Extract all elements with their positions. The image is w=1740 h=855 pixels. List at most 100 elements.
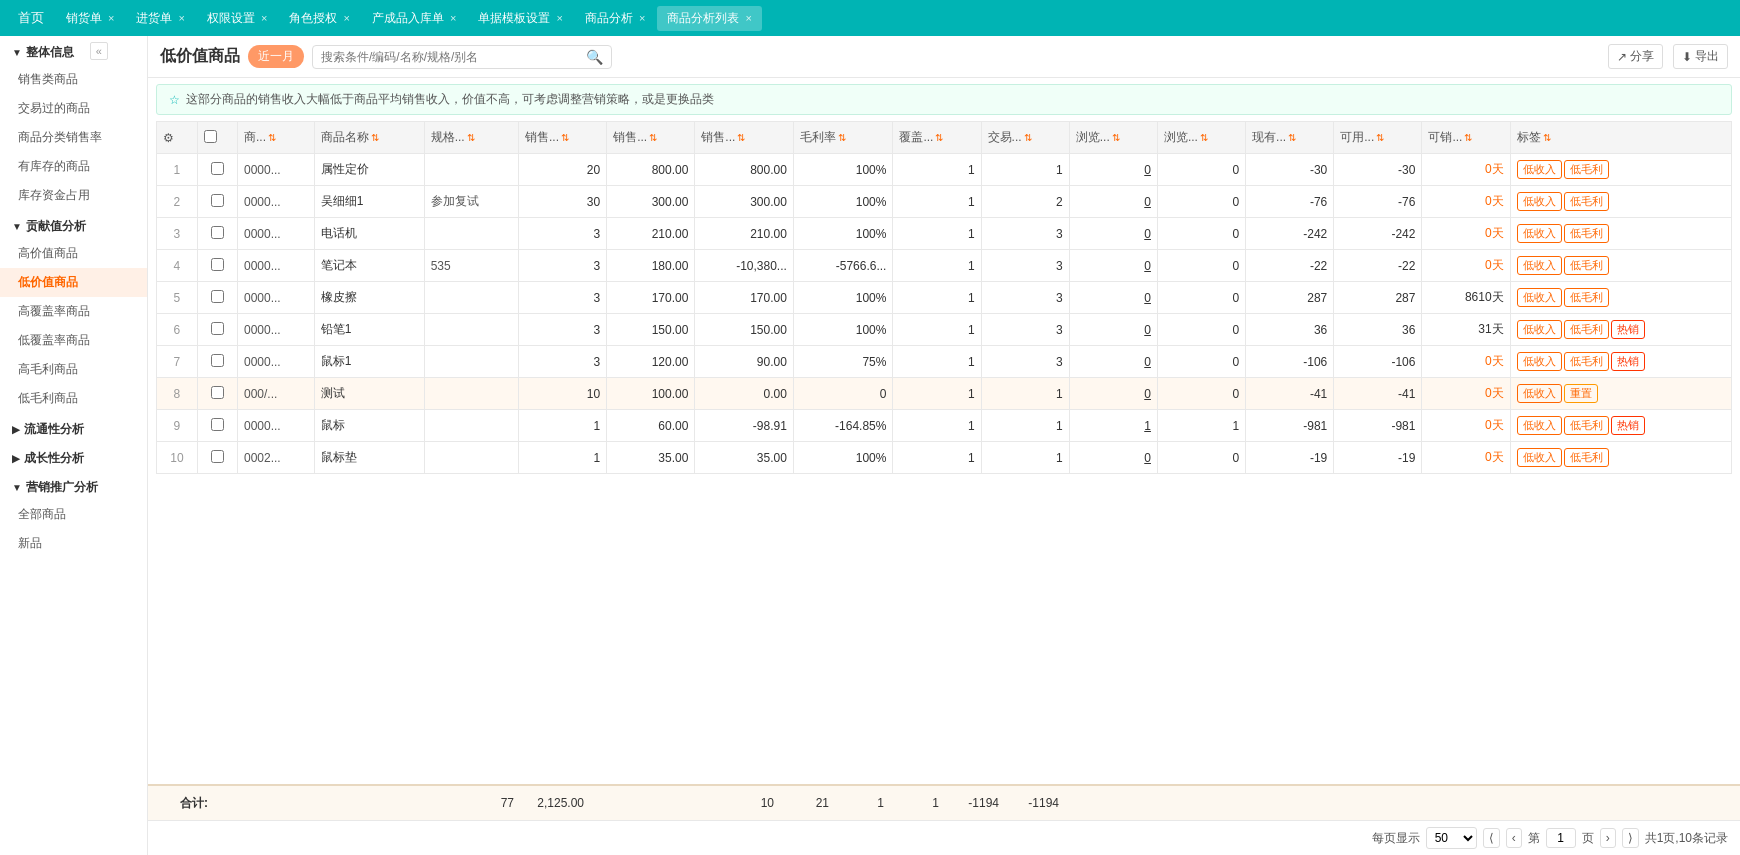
row-check[interactable] [211, 290, 224, 303]
nav-roles[interactable]: 角色授权 × [279, 6, 359, 31]
th-tags[interactable]: 标签⇅ [1510, 122, 1731, 154]
th-browse1[interactable]: 浏览...⇅ [1069, 122, 1157, 154]
row-checkbox[interactable] [197, 186, 237, 218]
row-v7[interactable]: 0 [1069, 378, 1157, 410]
share-btn[interactable]: ↗ 分享 [1608, 44, 1663, 69]
table-container[interactable]: ⚙ 商...⇅ 商品名称⇅ 规格...⇅ 销售...⇅ 销售...⇅ 销售...… [148, 121, 1740, 784]
filter-period-btn[interactable]: 近一月 [248, 45, 304, 68]
row-checkbox[interactable] [197, 282, 237, 314]
row-checkbox[interactable] [197, 154, 237, 186]
row-v7[interactable]: 0 [1069, 282, 1157, 314]
sidebar-group-overview[interactable]: ▼ 整体信息 [0, 36, 86, 65]
browse-link[interactable]: 0 [1144, 227, 1151, 241]
row-checkbox[interactable] [197, 410, 237, 442]
nav-templates[interactable]: 单据模板设置 × [468, 6, 572, 31]
row-v7[interactable]: 0 [1069, 186, 1157, 218]
th-code[interactable]: 商...⇅ [237, 122, 314, 154]
sidebar-item-traded-products[interactable]: 交易过的商品 [0, 94, 147, 123]
row-checkbox[interactable] [197, 346, 237, 378]
row-check[interactable] [211, 258, 224, 271]
row-checkbox[interactable] [197, 442, 237, 474]
sidebar-item-high-profit[interactable]: 高毛利商品 [0, 355, 147, 384]
sidebar-group-contribution[interactable]: ▼ 贡献值分析 [0, 210, 147, 239]
th-browse2[interactable]: 浏览...⇅ [1157, 122, 1245, 154]
th-coverage[interactable]: 覆盖...⇅ [893, 122, 981, 154]
row-check[interactable] [211, 226, 224, 239]
browse-link[interactable]: 0 [1144, 163, 1151, 177]
row-v7[interactable]: 1 [1069, 410, 1157, 442]
th-settings[interactable]: ⚙ [157, 122, 198, 154]
browse-link[interactable]: 0 [1144, 259, 1151, 273]
browse-link[interactable]: 0 [1144, 195, 1151, 209]
prev-page-btn[interactable]: ‹ [1506, 828, 1522, 848]
row-check[interactable] [211, 162, 224, 175]
row-v7[interactable]: 0 [1069, 314, 1157, 346]
sidebar-item-low-value[interactable]: 低价值商品 [0, 268, 147, 297]
browse-link[interactable]: 0 [1144, 291, 1151, 305]
th-v3[interactable]: 销售...⇅ [695, 122, 794, 154]
next-page-btn[interactable]: › [1600, 828, 1616, 848]
row-check[interactable] [211, 354, 224, 367]
browse-link[interactable]: 0 [1144, 387, 1151, 401]
row-check[interactable] [211, 194, 224, 207]
nav-purchase[interactable]: 进货单 × [126, 6, 194, 31]
export-btn[interactable]: ⬇ 导出 [1673, 44, 1728, 69]
sidebar-group-growth[interactable]: ▶ 成长性分析 [0, 442, 147, 471]
row-v7[interactable]: 0 [1069, 250, 1157, 282]
row-check[interactable] [211, 418, 224, 431]
th-current-stock[interactable]: 现有...⇅ [1246, 122, 1334, 154]
page-input[interactable] [1546, 828, 1576, 848]
sidebar-group-circulation[interactable]: ▶ 流通性分析 [0, 413, 147, 442]
sidebar-item-high-coverage[interactable]: 高覆盖率商品 [0, 297, 147, 326]
per-page-select[interactable]: 50 100 200 [1426, 827, 1477, 849]
row-v4: -164.85% [793, 410, 893, 442]
row-checkbox[interactable] [197, 314, 237, 346]
browse-link[interactable]: 0 [1144, 323, 1151, 337]
nav-permissions[interactable]: 权限设置 × [197, 6, 277, 31]
sidebar-item-sales-products[interactable]: 销售类商品 [0, 65, 147, 94]
row-check[interactable] [211, 386, 224, 399]
first-page-btn[interactable]: ⟨ [1483, 828, 1500, 848]
sidebar-item-inventory-funds[interactable]: 库存资金占用 [0, 181, 147, 210]
select-all-checkbox[interactable] [204, 130, 217, 143]
sidebar-item-category-rate[interactable]: 商品分类销售率 [0, 123, 147, 152]
th-profit-rate[interactable]: 毛利率⇅ [793, 122, 893, 154]
sidebar-item-low-coverage[interactable]: 低覆盖率商品 [0, 326, 147, 355]
th-name[interactable]: 商品名称⇅ [314, 122, 424, 154]
row-checkbox[interactable] [197, 378, 237, 410]
nav-warehouse[interactable]: 产成品入库单 × [362, 6, 466, 31]
last-page-btn[interactable]: ⟩ [1622, 828, 1639, 848]
th-checkbox[interactable] [197, 122, 237, 154]
sidebar-item-new-products[interactable]: 新品 [0, 529, 147, 558]
row-v7[interactable]: 0 [1069, 218, 1157, 250]
sidebar-item-all-products[interactable]: 全部商品 [0, 500, 147, 529]
nav-sales[interactable]: 销货单 × [56, 6, 124, 31]
row-checkbox[interactable] [197, 218, 237, 250]
nav-analysis-list[interactable]: 商品分析列表 × [657, 6, 761, 31]
th-v2[interactable]: 销售...⇅ [607, 122, 695, 154]
browse-link[interactable]: 0 [1144, 451, 1151, 465]
browse-link[interactable]: 1 [1144, 419, 1151, 433]
row-checkbox[interactable] [197, 250, 237, 282]
row-v7[interactable]: 0 [1069, 154, 1157, 186]
sidebar-group-marketing[interactable]: ▼ 营销推广分析 [0, 471, 147, 500]
row-check[interactable] [211, 450, 224, 463]
th-transaction[interactable]: 交易...⇅ [981, 122, 1069, 154]
nav-home[interactable]: 首页 [8, 5, 54, 31]
sidebar-collapse-btn[interactable]: « [90, 42, 108, 60]
th-available-stock[interactable]: 可用...⇅ [1334, 122, 1422, 154]
sidebar-item-low-profit[interactable]: 低毛利商品 [0, 384, 147, 413]
th-spec[interactable]: 规格...⇅ [424, 122, 518, 154]
th-v1[interactable]: 销售...⇅ [519, 122, 607, 154]
row-check[interactable] [211, 322, 224, 335]
search-input[interactable] [321, 50, 586, 64]
browse-link[interactable]: 0 [1144, 355, 1151, 369]
th-saleable-stock[interactable]: 可销...⇅ [1422, 122, 1510, 154]
row-v7[interactable]: 0 [1069, 346, 1157, 378]
row-v9: -41 [1246, 378, 1334, 410]
search-icon[interactable]: 🔍 [586, 49, 603, 65]
sidebar-item-high-value[interactable]: 高价值商品 [0, 239, 147, 268]
nav-analysis[interactable]: 商品分析 × [575, 6, 655, 31]
row-v7[interactable]: 0 [1069, 442, 1157, 474]
sidebar-item-stock-products[interactable]: 有库存的商品 [0, 152, 147, 181]
